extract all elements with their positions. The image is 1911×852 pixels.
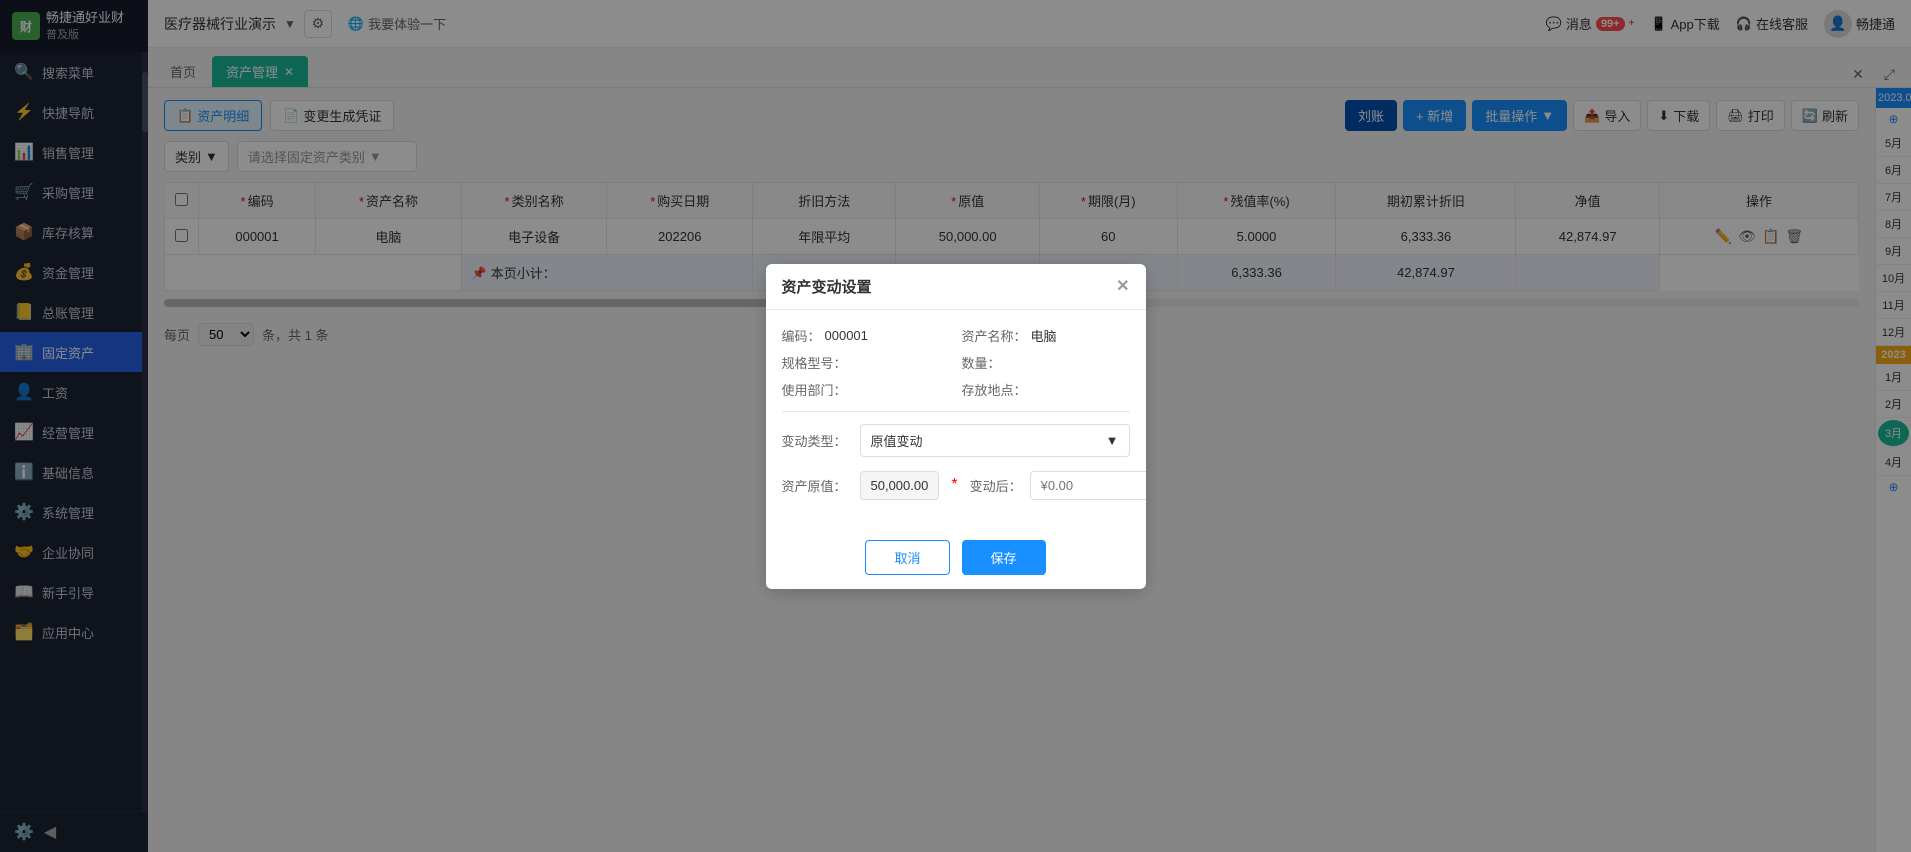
modal-spec-field: 规格型号： [782, 353, 950, 372]
modal-body: 编码： 000001 资产名称： 电脑 规格型号： 数量： 使用部门： [766, 310, 1146, 530]
modal-location-field: 存放地点： [962, 380, 1130, 399]
save-btn[interactable]: 保存 [962, 540, 1046, 575]
modal-footer: 取消 保存 [766, 530, 1146, 589]
modal-title: 资产变动设置 [782, 276, 872, 297]
change-type-dropdown-icon: ▼ [1106, 433, 1119, 448]
after-change-input[interactable] [1030, 471, 1146, 500]
change-type-select[interactable]: 原值变动 ▼ [860, 424, 1130, 457]
cancel-btn[interactable]: 取消 [865, 540, 949, 575]
modal-overlay[interactable]: 资产变动设置 ✕ 编码： 000001 资产名称： 电脑 规格型号： 数 [0, 0, 1911, 852]
asset-value-display: 50,000.00 [860, 471, 940, 500]
modal-asset-name-field: 资产名称： 电脑 [962, 326, 1130, 345]
modal-quantity-field: 数量： [962, 353, 1130, 372]
modal-close-btn[interactable]: ✕ [1116, 276, 1129, 296]
modal-header: 资产变动设置 ✕ [766, 264, 1146, 310]
required-star: * [951, 476, 957, 494]
modal-info-grid: 编码： 000001 资产名称： 电脑 规格型号： 数量： 使用部门： [782, 326, 1130, 412]
modal-asset-value-row: 资产原值： 50,000.00 * 变动后： [782, 471, 1130, 500]
modal-department-field: 使用部门： [782, 380, 950, 399]
modal-change-type-row: 变动类型： 原值变动 ▼ [782, 424, 1130, 457]
modal-code-field: 编码： 000001 [782, 326, 950, 345]
asset-change-modal: 资产变动设置 ✕ 编码： 000001 资产名称： 电脑 规格型号： 数 [766, 264, 1146, 589]
